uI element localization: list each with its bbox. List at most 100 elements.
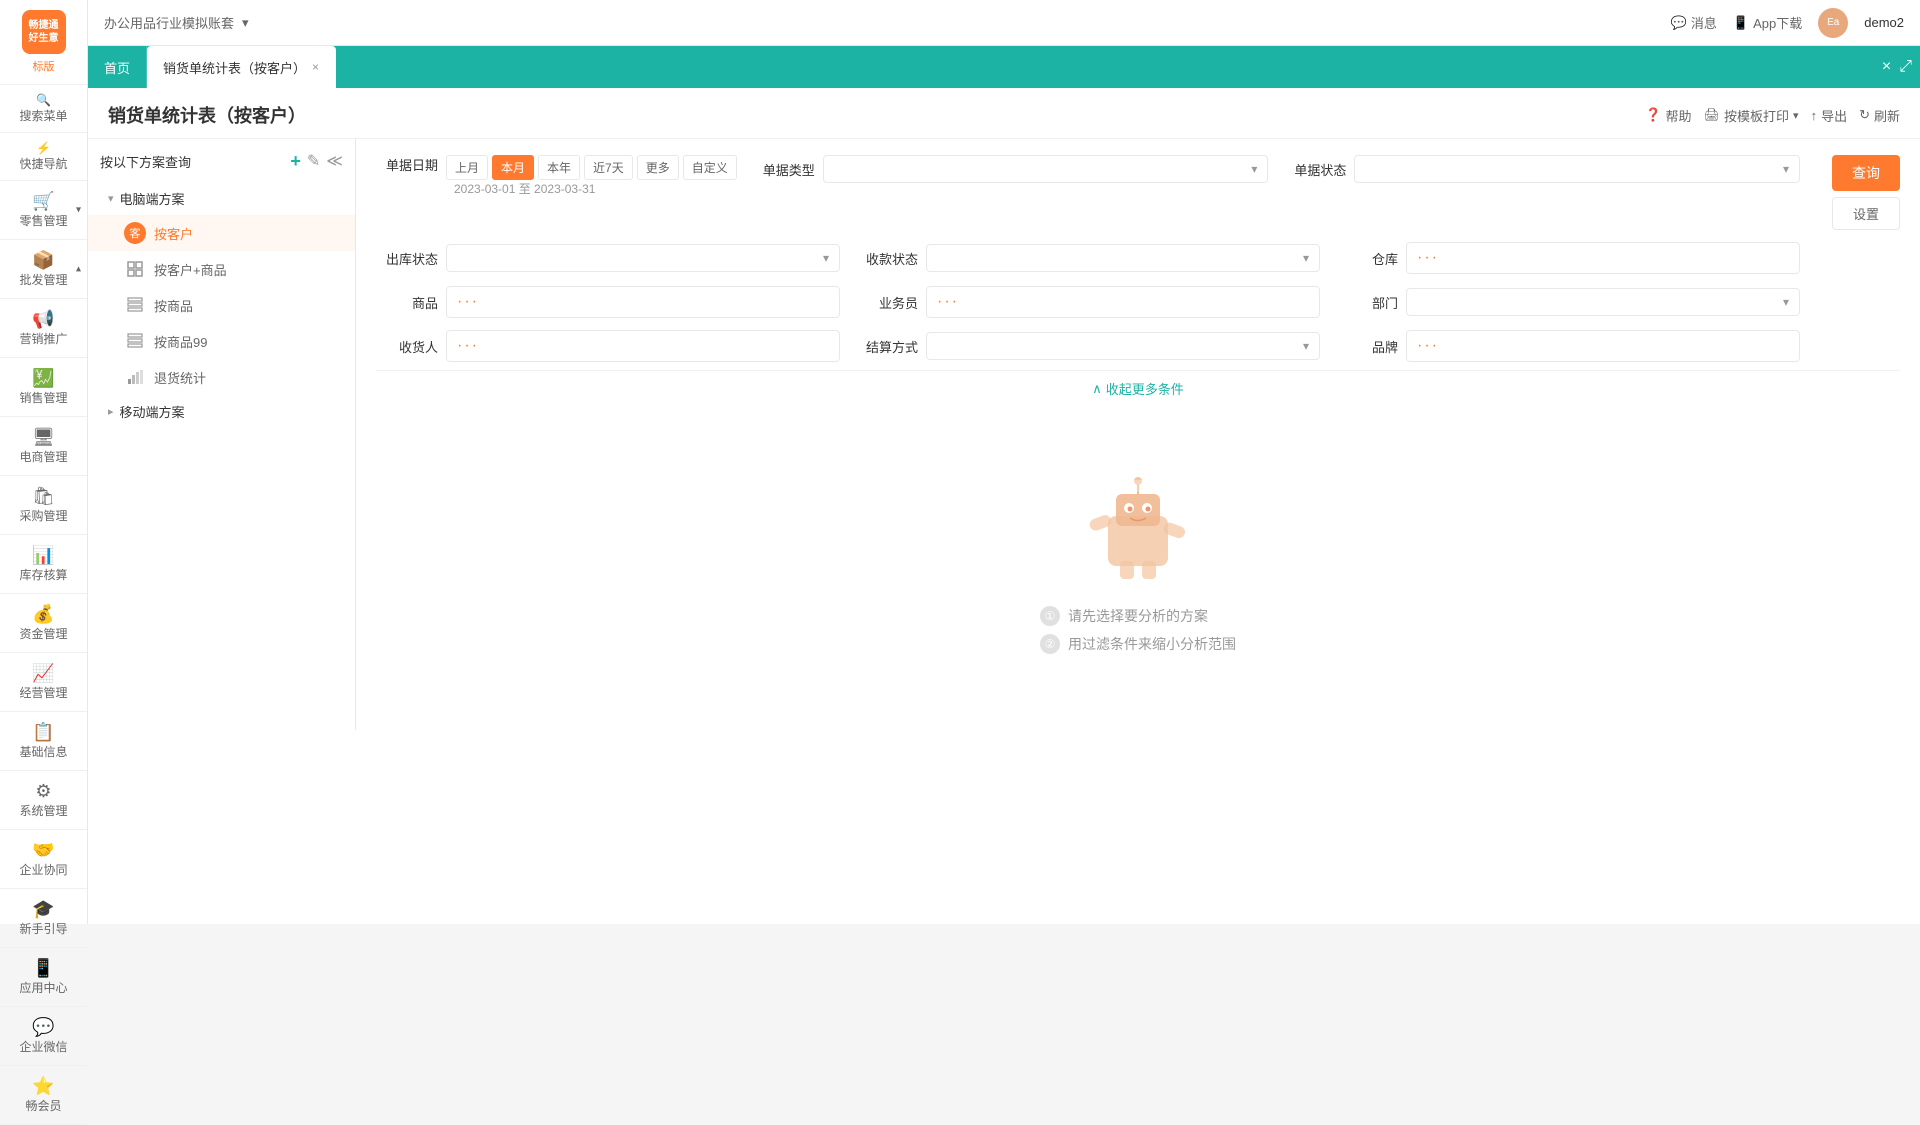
add-scheme-button[interactable]: +: [290, 151, 301, 172]
sidebar-item-retail[interactable]: 🛒 零售管理 ▾: [0, 181, 87, 240]
sidebar-finance-label: 资金管理: [19, 625, 67, 642]
sidebar-item-wholesale[interactable]: 📦 批发管理 ▴: [0, 240, 87, 299]
tree-subitem-return-stat[interactable]: 退货统计: [88, 359, 355, 395]
warehouse-label: 仓库: [1336, 249, 1406, 268]
print-button[interactable]: 🖨 按模板打印 ▾: [1704, 106, 1799, 125]
tab-restore-button[interactable]: ⤢: [1899, 58, 1912, 76]
sidebar-system-label: 系统管理: [19, 802, 67, 819]
header-left: 办公用品行业模拟账套 ▾: [104, 13, 249, 32]
sidebar-item-system[interactable]: ⚙ 系统管理: [0, 771, 87, 830]
search-icon: 🔍: [36, 93, 51, 107]
tree-subitem-by-goods-99[interactable]: 按商品99: [88, 323, 355, 359]
receiver-label: 收货人: [376, 337, 446, 356]
inventory-icon: 📊: [32, 545, 54, 566]
settings-button[interactable]: 设置: [1832, 197, 1900, 230]
receiver-select[interactable]: ···: [446, 330, 840, 362]
query-button[interactable]: 查询: [1832, 155, 1900, 191]
avatar-text: Ea: [1827, 17, 1839, 28]
settlement-select[interactable]: ▾: [926, 332, 1320, 360]
date-more-button[interactable]: 更多: [637, 155, 679, 180]
left-panel-header: 按以下方案查询 + ✎ ≪: [88, 151, 355, 182]
return-stat-icon: [124, 366, 146, 388]
date-this-month-button[interactable]: 本月: [492, 155, 534, 180]
tip-2-num: ②: [1040, 634, 1060, 654]
by-customer-icon: 客: [124, 222, 146, 244]
empty-state: ① 请先选择要分析的方案 ② 用过滤条件来缩小分析范围: [376, 406, 1900, 714]
goods-select[interactable]: ···: [446, 286, 840, 318]
tab-sales-stat[interactable]: 销货单统计表（按客户） ×: [147, 46, 336, 88]
sidebar-item-ecommerce[interactable]: 🖥 电商管理: [0, 417, 87, 476]
date-range-label: 2023-03-01 至 2023-03-31: [454, 180, 737, 197]
header-right: 💬 消息 📱 App下载 Ea demo2: [1671, 8, 1904, 38]
date-this-year-button[interactable]: 本年: [538, 155, 580, 180]
username-label[interactable]: demo2: [1864, 15, 1904, 30]
sales-stat-tab-label: 销货单统计表（按客户）: [163, 58, 306, 77]
brand-select[interactable]: ···: [1406, 330, 1800, 362]
refresh-label: 刷新: [1874, 106, 1900, 125]
sidebar-item-appcenter[interactable]: 📱 应用中心: [0, 948, 87, 1007]
doc-type-select[interactable]: ▾: [823, 155, 1269, 183]
tree-subitem-by-goods[interactable]: 按商品: [88, 287, 355, 323]
sidebar-item-search[interactable]: 🔍 搜索菜单: [0, 85, 87, 133]
sidebar-item-enterprise[interactable]: 🤝 企业协同: [0, 830, 87, 889]
app-download-icon: 📱: [1733, 15, 1749, 31]
tree-subitem-by-customer-goods[interactable]: 按客户+商品: [88, 251, 355, 287]
refresh-button[interactable]: ↻ 刷新: [1859, 106, 1900, 125]
retail-icon: 🛒: [32, 191, 54, 212]
left-panel-actions: + ✎ ≪: [290, 151, 343, 172]
sidebar-item-shortcut[interactable]: ⚡ 快捷导航: [0, 133, 87, 181]
query-buttons: 查询 设置: [1832, 155, 1900, 230]
tab-close-icon[interactable]: ×: [312, 60, 319, 74]
finance-icon: 💰: [32, 604, 54, 625]
doc-status-label: 单据状态: [1284, 160, 1354, 179]
tree-subitem-by-goods-99-label: 按商品99: [154, 332, 207, 351]
left-panel-title: 按以下方案查询: [100, 152, 191, 171]
edit-scheme-button[interactable]: ✎: [307, 151, 320, 172]
sidebar-logo[interactable]: 畅捷通好生意 标版: [0, 0, 87, 85]
sidebar-item-wechat[interactable]: 💬 企业微信: [0, 1007, 87, 1066]
collapse-filter-button[interactable]: ∧ 收起更多条件: [376, 370, 1900, 406]
sidebar-item-newbie[interactable]: 🎓 新手引导: [0, 889, 87, 948]
tab-home[interactable]: 首页: [88, 46, 147, 88]
sidebar-ecommerce-label: 电商管理: [19, 448, 67, 465]
collapse-panel-button[interactable]: ≪: [326, 151, 343, 172]
date-last-month-button[interactable]: 上月: [446, 155, 488, 180]
sidebar-item-sales[interactable]: 💹 销售管理: [0, 358, 87, 417]
sidebar-item-operations[interactable]: 📈 经营管理: [0, 653, 87, 712]
sidebar-item-member[interactable]: ⭐ 畅会员: [0, 1066, 87, 1125]
sidebar-item-basic[interactable]: 📋 基础信息: [0, 712, 87, 771]
sidebar-item-inventory[interactable]: 📊 库存核算: [0, 535, 87, 594]
goods-label: 商品: [376, 293, 446, 312]
date-custom-button[interactable]: 自定义: [683, 155, 737, 180]
tree-item-mobile[interactable]: ▸ 移动端方案: [88, 395, 355, 428]
collapse-label: 收起更多条件: [1106, 379, 1184, 398]
message-button[interactable]: 💬 消息: [1671, 13, 1717, 32]
out-status-select[interactable]: ▾: [446, 244, 840, 272]
export-icon: ↑: [1811, 108, 1818, 123]
tab-close-all-button[interactable]: ×: [1882, 58, 1891, 76]
sidebar-item-marketing[interactable]: 📢 营销推广: [0, 299, 87, 358]
page-actions: ❓ 帮助 🖨 按模板打印 ▾ ↑ 导出 ↻ 刷新: [1645, 106, 1900, 125]
help-button[interactable]: ❓ 帮助: [1645, 106, 1691, 125]
salesperson-label: 业务员: [856, 293, 926, 312]
sidebar-item-purchase[interactable]: 🛍 采购管理: [0, 476, 87, 535]
wholesale-icon: 📦: [32, 250, 54, 271]
avatar[interactable]: Ea: [1818, 8, 1848, 38]
receipt-status-select[interactable]: ▾: [926, 244, 1320, 272]
tree-subitem-by-goods-label: 按商品: [154, 296, 193, 315]
doc-status-select[interactable]: ▾: [1354, 155, 1800, 183]
dept-select[interactable]: ▾: [1406, 288, 1800, 316]
receipt-status-arrow-icon: ▾: [1303, 251, 1309, 265]
tree-item-desktop[interactable]: ▾ 电脑端方案: [88, 182, 355, 215]
breadcrumb-arrow[interactable]: ▾: [242, 15, 249, 31]
salesperson-select[interactable]: ···: [926, 286, 1320, 318]
warehouse-select[interactable]: ···: [1406, 242, 1800, 274]
newbie-icon: 🎓: [32, 899, 54, 920]
sidebar-item-finance[interactable]: 💰 资金管理: [0, 594, 87, 653]
date-last-7-days-button[interactable]: 近7天: [584, 155, 633, 180]
logo-text: 标版: [33, 58, 55, 74]
export-button[interactable]: ↑ 导出: [1811, 106, 1848, 125]
warehouse-dots: ···: [1417, 249, 1439, 267]
app-download-button[interactable]: 📱 App下载: [1733, 13, 1802, 32]
tree-subitem-by-customer[interactable]: 客 按客户: [88, 215, 355, 251]
